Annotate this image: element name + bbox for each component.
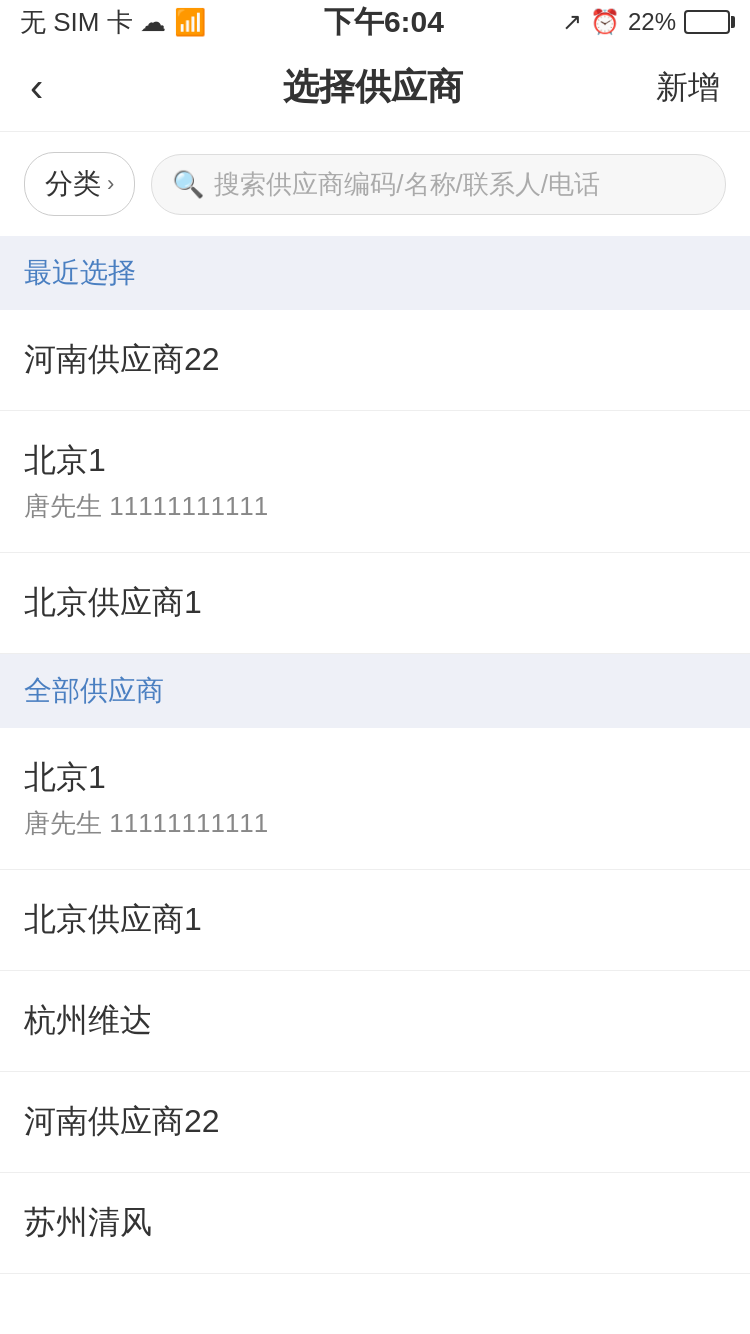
search-icon: 🔍 bbox=[172, 169, 204, 200]
list-item[interactable]: 北京供应商1 bbox=[0, 553, 750, 654]
alarm-icon: ⏰ bbox=[590, 8, 620, 36]
list-item[interactable]: 河南供应商22 bbox=[0, 310, 750, 411]
search-bar[interactable]: 🔍 搜索供应商编码/名称/联系人/电话 bbox=[151, 154, 726, 215]
add-button[interactable]: 新增 bbox=[656, 66, 720, 110]
item-sub: 唐先生 11111111111 bbox=[24, 806, 726, 841]
item-name: 苏州清风 bbox=[24, 1201, 726, 1245]
list-item[interactable]: 苏州清风 bbox=[0, 1173, 750, 1274]
section-header-all: 全部供应商 bbox=[0, 654, 750, 728]
category-label: 分类 bbox=[45, 165, 101, 203]
battery-percent: 22% bbox=[628, 8, 676, 36]
item-sub: 唐先生 11111111111 bbox=[24, 489, 726, 524]
chevron-right-icon: › bbox=[107, 171, 114, 197]
nav-bar: ‹ 选择供应商 新增 bbox=[0, 44, 750, 132]
battery-icon bbox=[684, 10, 730, 34]
list-item[interactable]: 河南供应商22 bbox=[0, 1072, 750, 1173]
item-name: 河南供应商22 bbox=[24, 1100, 726, 1144]
search-placeholder: 搜索供应商编码/名称/联系人/电话 bbox=[214, 167, 600, 202]
item-name: 杭州维达 bbox=[24, 999, 726, 1043]
location-icon: ↗ bbox=[562, 8, 582, 36]
list-item[interactable]: 北京供应商1 bbox=[0, 870, 750, 971]
status-right: ↗ ⏰ 22% bbox=[562, 8, 730, 36]
item-name: 北京供应商1 bbox=[24, 581, 726, 625]
no-sim-label: 无 SIM 卡 ☁ bbox=[20, 5, 166, 40]
item-name: 北京供应商1 bbox=[24, 898, 726, 942]
item-name: 北京1 bbox=[24, 439, 726, 483]
status-left: 无 SIM 卡 ☁ 📶 bbox=[20, 5, 206, 40]
wifi-icon: 📶 bbox=[174, 7, 206, 38]
back-button[interactable]: ‹ bbox=[30, 65, 90, 110]
section-header-recent: 最近选择 bbox=[0, 236, 750, 310]
list-item[interactable]: 北京1 唐先生 11111111111 bbox=[0, 411, 750, 553]
category-filter[interactable]: 分类 › bbox=[24, 152, 135, 216]
status-time: 下午6:04 bbox=[324, 2, 444, 43]
page-title: 选择供应商 bbox=[283, 63, 463, 112]
list-item[interactable]: 杭州维达 bbox=[0, 971, 750, 1072]
supplier-list: 最近选择河南供应商22 北京1 唐先生 11111111111 北京供应商1 全部供应商… bbox=[0, 236, 750, 1274]
list-item[interactable]: 北京1 唐先生 11111111111 bbox=[0, 728, 750, 870]
item-name: 河南供应商22 bbox=[24, 338, 726, 382]
item-name: 北京1 bbox=[24, 756, 726, 800]
filter-bar: 分类 › 🔍 搜索供应商编码/名称/联系人/电话 bbox=[0, 132, 750, 236]
status-bar: 无 SIM 卡 ☁ 📶 下午6:04 ↗ ⏰ 22% bbox=[0, 0, 750, 44]
